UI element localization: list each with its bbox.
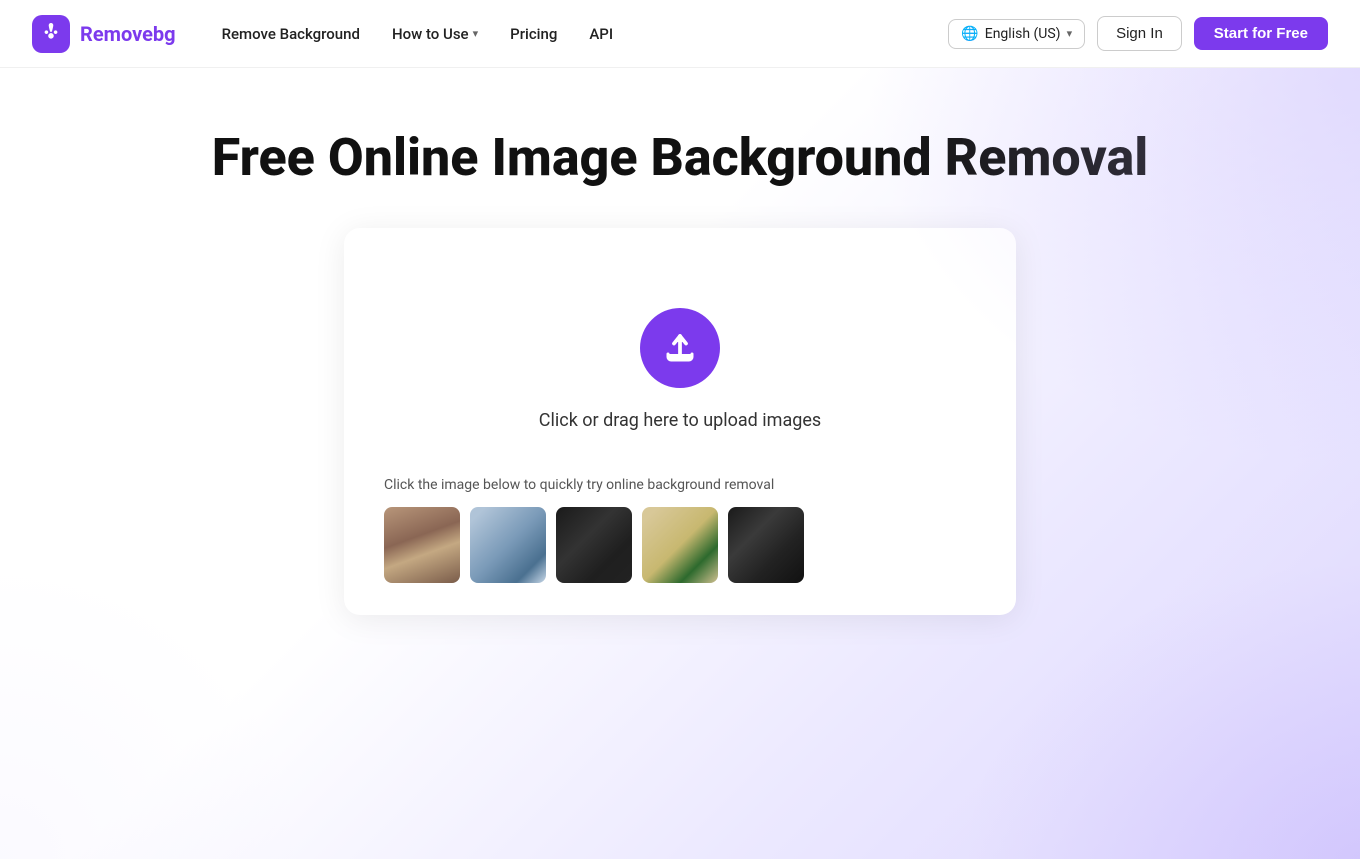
blob-bottom-right [960, 559, 1360, 859]
nav-links: Remove Background How to Use ▾ Pricing A… [208, 17, 949, 51]
sample-images [384, 507, 976, 583]
sample-image-camera[interactable] [556, 507, 632, 583]
how-to-use-chevron-icon: ▾ [473, 27, 479, 40]
upload-arrow-icon [662, 330, 698, 366]
logo-svg [40, 23, 62, 45]
sample-section: Click the image below to quickly try onl… [384, 477, 976, 583]
globe-icon: 🌐 [961, 26, 978, 42]
upload-card: Click or drag here to upload images Clic… [344, 228, 1016, 615]
logo[interactable]: Removebg [32, 15, 176, 53]
lang-chevron-icon: ▾ [1067, 27, 1073, 40]
nav-api[interactable]: API [575, 17, 627, 51]
hero-section: Free Online Image Background Removal Cli… [0, 68, 1360, 859]
nav-pricing[interactable]: Pricing [496, 17, 571, 51]
logo-text: Removebg [80, 22, 176, 46]
upload-area[interactable]: Click or drag here to upload images [384, 268, 976, 461]
nav-how-to-use[interactable]: How to Use ▾ [378, 17, 492, 51]
navbar: Removebg Remove Background How to Use ▾ … [0, 0, 1360, 68]
sample-image-chair[interactable] [470, 507, 546, 583]
upload-icon-circle[interactable] [640, 308, 720, 388]
language-selector[interactable]: 🌐 English (US) ▾ [948, 19, 1085, 49]
logo-icon [32, 15, 70, 53]
upload-label: Click or drag here to upload images [539, 410, 821, 431]
blob-bottom-left [0, 559, 300, 859]
sample-image-plant[interactable] [642, 507, 718, 583]
sample-label: Click the image below to quickly try onl… [384, 477, 976, 493]
hero-title: Free Online Image Background Removal [212, 128, 1149, 188]
sample-image-jacket[interactable] [728, 507, 804, 583]
nav-remove-background[interactable]: Remove Background [208, 17, 374, 51]
start-for-free-button[interactable]: Start for Free [1194, 17, 1328, 50]
signin-button[interactable]: Sign In [1097, 16, 1182, 51]
nav-right: 🌐 English (US) ▾ Sign In Start for Free [948, 16, 1328, 51]
sample-image-person[interactable] [384, 507, 460, 583]
